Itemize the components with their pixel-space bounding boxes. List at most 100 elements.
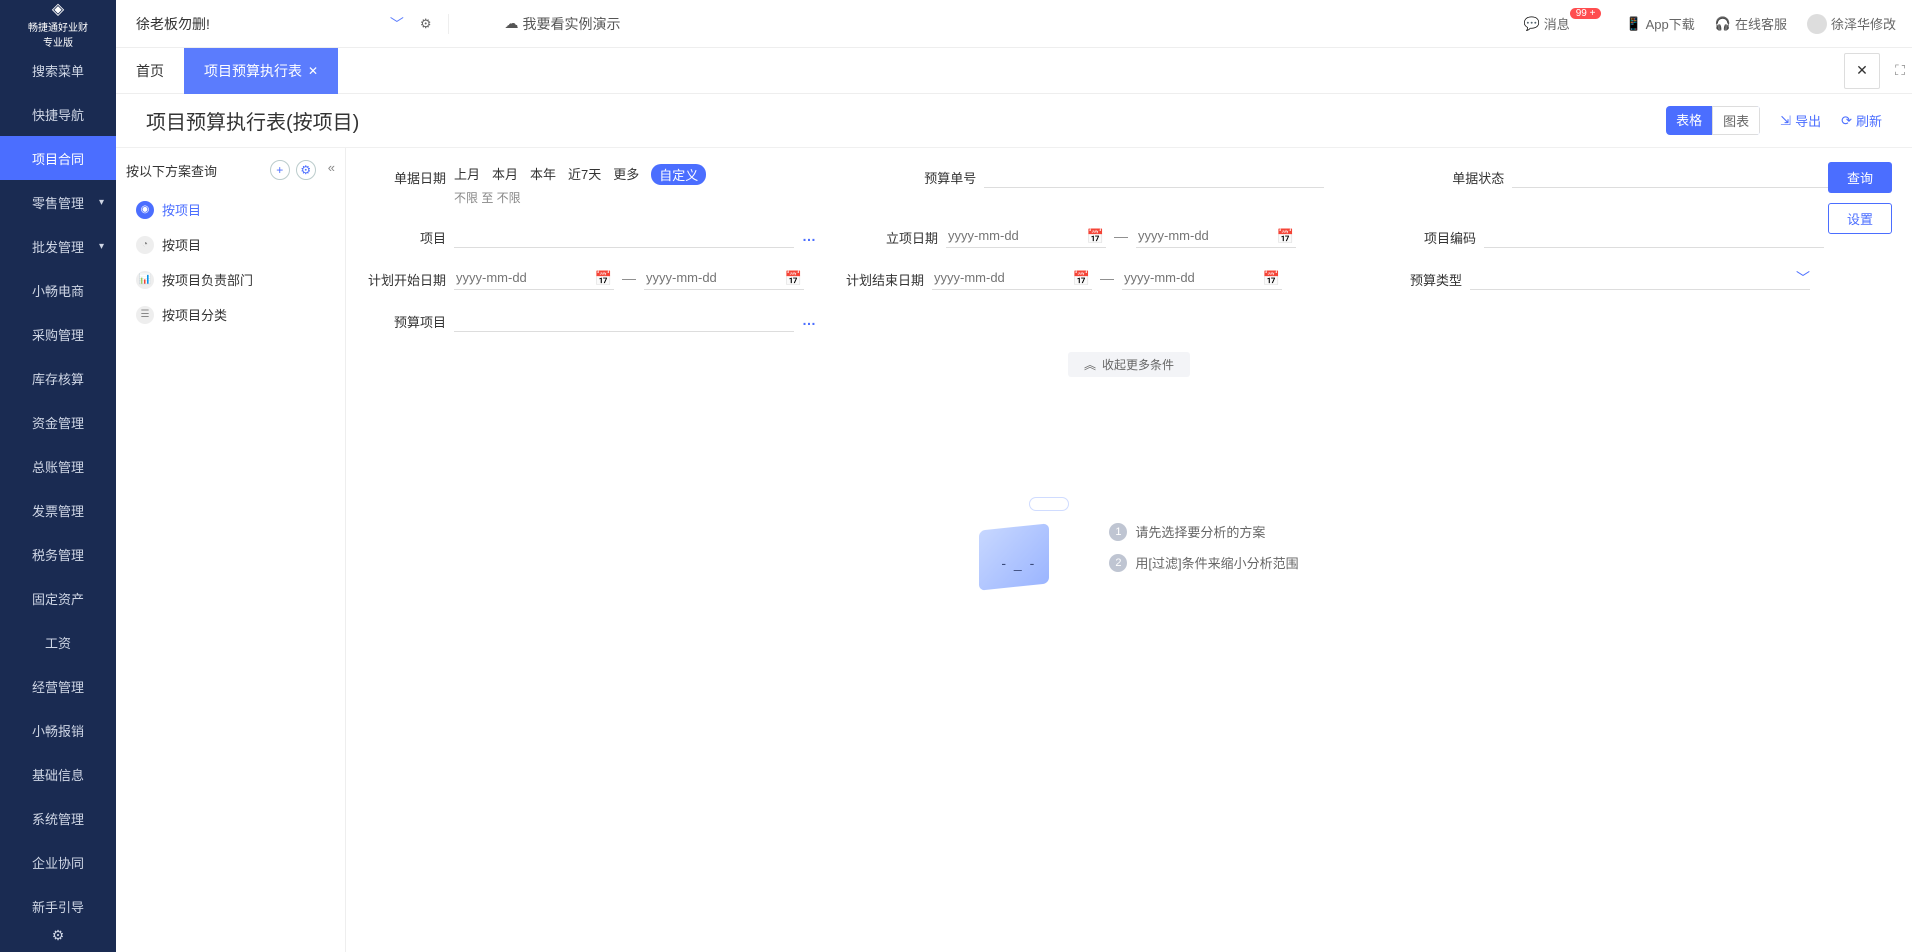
- settings-button[interactable]: 设置: [1828, 203, 1892, 234]
- support-link[interactable]: 🎧 在线客服: [1715, 14, 1787, 33]
- sidebar-item[interactable]: 发票管理: [0, 488, 116, 532]
- filter-budget-type: 预算类型 ﹀: [1382, 266, 1810, 290]
- qd-this-year[interactable]: 本年: [530, 164, 556, 185]
- plan-start-from[interactable]: [454, 266, 614, 290]
- refresh-icon: ⟳: [1841, 113, 1852, 129]
- qd-this-month[interactable]: 本月: [492, 164, 518, 185]
- messages-link[interactable]: 💬 消息 99 +: [1524, 14, 1606, 33]
- sidebar-item[interactable]: 系统管理: [0, 796, 116, 840]
- tenant-settings-icon[interactable]: ⚙: [420, 16, 432, 32]
- qd-last-month[interactable]: 上月: [454, 164, 480, 185]
- qd-custom[interactable]: 自定义: [651, 164, 706, 185]
- filter-doc-date: 单据日期 上月 本月 本年 近7天 更多 自定义 不限 至 不限: [366, 164, 706, 206]
- main-content: 按以下方案查询 + ⚙ « ◉按项目◔按项目📊按项目负责部门☰按项目分类 查询 …: [116, 148, 1912, 952]
- collapse-filters-toggle[interactable]: ︽ 收起更多条件: [1068, 352, 1190, 377]
- messages-badge: 99 +: [1570, 8, 1602, 19]
- app-download-link[interactable]: 📱 App下载: [1625, 14, 1694, 33]
- add-scheme-button[interactable]: +: [270, 160, 290, 180]
- sidebar-item[interactable]: 新手引导: [0, 884, 116, 928]
- scheme-panel: 按以下方案查询 + ⚙ « ◉按项目◔按项目📊按项目负责部门☰按项目分类: [116, 148, 346, 952]
- view-chart-toggle[interactable]: 图表: [1712, 106, 1760, 135]
- sidebar: 搜索菜单快捷导航项目合同零售管理▾批发管理▾小畅电商采购管理库存核算资金管理总账…: [0, 48, 116, 952]
- sidebar-item[interactable]: 工资: [0, 620, 116, 664]
- sidebar-item[interactable]: 小畅电商: [0, 268, 116, 312]
- sidebar-item[interactable]: 基础信息: [0, 752, 116, 796]
- date-range-display: 不限 至 不限: [454, 189, 706, 206]
- sidebar-item[interactable]: 搜索菜单: [0, 48, 116, 92]
- project-lookup-icon[interactable]: …: [802, 228, 818, 244]
- headset-icon: 🎧: [1715, 16, 1731, 32]
- export-link[interactable]: ⇲ 导出: [1780, 111, 1821, 130]
- tab[interactable]: 项目预算执行表✕: [184, 48, 338, 94]
- budget-item-lookup-icon[interactable]: …: [802, 312, 818, 328]
- avatar-icon: [1807, 14, 1827, 34]
- project-input[interactable]: [454, 224, 794, 248]
- view-toggle: 表格 图表: [1666, 106, 1760, 135]
- empty-hint-1: 1 请先选择要分析的方案: [1109, 522, 1298, 541]
- scheme-icon: ◉: [136, 201, 154, 219]
- scheme-item[interactable]: ☰按项目分类: [126, 297, 335, 332]
- filter-project: 项目 …: [366, 224, 818, 248]
- sidebar-item[interactable]: 零售管理▾: [0, 180, 116, 224]
- sidebar-item[interactable]: 税务管理: [0, 532, 116, 576]
- scheme-item[interactable]: ◉按项目: [126, 192, 335, 227]
- scheme-icon: ☰: [136, 306, 154, 324]
- filter-budget-no: 预算单号: [896, 164, 1324, 188]
- fullscreen-icon[interactable]: ⛶: [1888, 62, 1912, 79]
- sidebar-item[interactable]: 企业协同: [0, 840, 116, 884]
- sidebar-item[interactable]: 项目合同: [0, 136, 116, 180]
- chevron-down-icon: ﹀: [1796, 268, 1810, 288]
- brand-name: 畅捷通好业财: [28, 19, 88, 34]
- qd-7days[interactable]: 近7天: [568, 164, 601, 185]
- init-date-from[interactable]: [946, 224, 1106, 248]
- user-menu[interactable]: 徐泽华修改: [1807, 14, 1896, 34]
- plan-end-from[interactable]: [932, 266, 1092, 290]
- close-tab-button[interactable]: ✕: [1844, 53, 1880, 89]
- sidebar-item[interactable]: 总账管理: [0, 444, 116, 488]
- plan-end-to[interactable]: [1122, 266, 1282, 290]
- filter-plan-start: 计划开始日期 📅 — 📅: [366, 266, 804, 290]
- sidebar-item[interactable]: 经营管理: [0, 664, 116, 708]
- empty-illustration: - _ -: [959, 497, 1079, 597]
- message-icon: 💬: [1524, 16, 1540, 32]
- close-icon[interactable]: ✕: [308, 64, 318, 78]
- sidebar-item[interactable]: 库存核算: [0, 356, 116, 400]
- sidebar-item[interactable]: 资金管理: [0, 400, 116, 444]
- chevron-down-icon: ▾: [99, 197, 104, 208]
- filter-budget-item: 预算项目 …: [366, 308, 818, 332]
- scheme-settings-button[interactable]: ⚙: [296, 160, 316, 180]
- sidebar-item[interactable]: 快捷导航: [0, 92, 116, 136]
- tab[interactable]: 首页: [116, 48, 184, 94]
- cloud-icon: ☁: [505, 15, 519, 32]
- project-code-input[interactable]: [1484, 224, 1824, 248]
- refresh-link[interactable]: ⟳ 刷新: [1841, 111, 1882, 130]
- tenant-selector[interactable]: 徐老板勿删! ﹀: [136, 14, 404, 34]
- doc-status-select[interactable]: [1512, 164, 1830, 187]
- sidebar-item[interactable]: 小畅报销: [0, 708, 116, 752]
- sidebar-item[interactable]: 固定资产: [0, 576, 116, 620]
- view-table-toggle[interactable]: 表格: [1666, 106, 1712, 135]
- top-header: ◈ 畅捷通好业财 专业版 徐老板勿删! ﹀ ⚙ ☁ 我要看实例演示 💬 消息 9…: [0, 0, 1912, 48]
- sidebar-settings-icon[interactable]: ⚙: [0, 927, 116, 944]
- scheme-item[interactable]: 📊按项目负责部门: [126, 262, 335, 297]
- budget-item-input[interactable]: [454, 308, 794, 332]
- budget-no-input[interactable]: [984, 164, 1324, 188]
- plan-start-to[interactable]: [644, 266, 804, 290]
- sidebar-item[interactable]: 批发管理▾: [0, 224, 116, 268]
- filter-plan-end: 计划结束日期 📅 — 📅: [844, 266, 1282, 290]
- demo-link[interactable]: ☁ 我要看实例演示: [505, 14, 621, 34]
- collapse-scheme-icon[interactable]: «: [328, 160, 335, 180]
- scheme-icon: ◔: [136, 236, 154, 254]
- phone-icon: 📱: [1625, 16, 1641, 32]
- filter-project-code: 项目编码: [1396, 224, 1824, 248]
- query-button[interactable]: 查询: [1828, 162, 1892, 193]
- init-date-to[interactable]: [1136, 224, 1296, 248]
- sidebar-item[interactable]: 采购管理: [0, 312, 116, 356]
- budget-type-select[interactable]: [1470, 266, 1788, 289]
- scheme-item[interactable]: ◔按项目: [126, 227, 335, 262]
- scheme-header: 按以下方案查询 + ⚙ «: [126, 160, 335, 180]
- qd-more[interactable]: 更多: [613, 164, 639, 185]
- chevron-down-icon: ▾: [99, 241, 104, 252]
- page-title: 项目预算执行表(按项目): [146, 106, 359, 135]
- empty-hint-2: 2 用[过滤]条件来缩小分析范围: [1109, 553, 1298, 572]
